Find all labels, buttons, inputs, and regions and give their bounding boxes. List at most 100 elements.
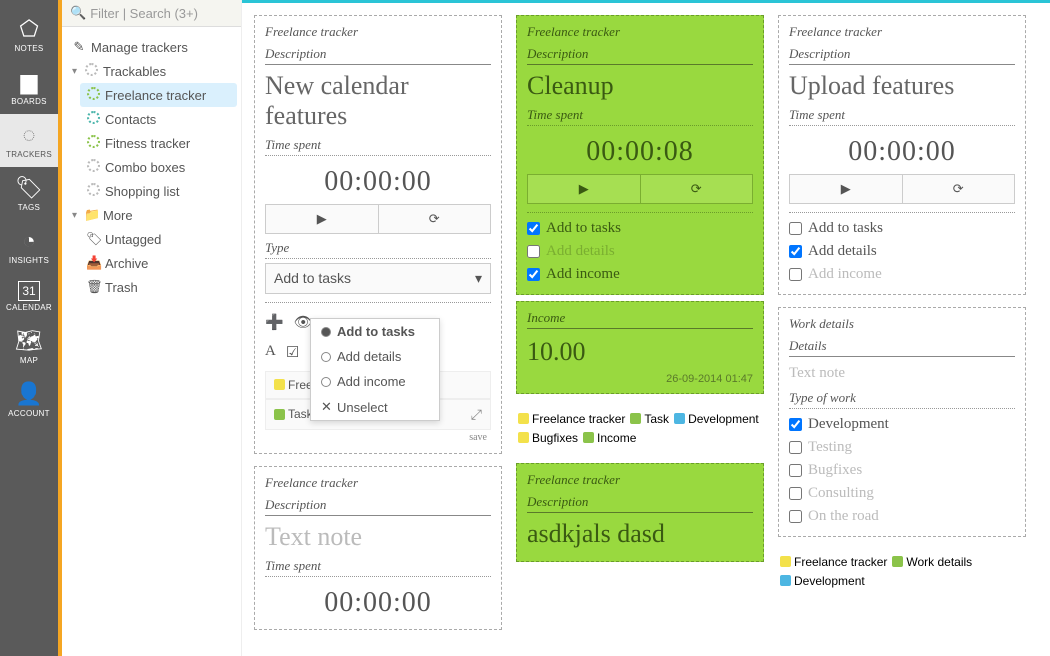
check-ontheroad[interactable]: On the road [789,505,1015,528]
tag[interactable]: Freelance tracker [518,412,625,426]
timestamp: 26-09-2014 01:47 [527,373,753,385]
check-development[interactable]: Development [789,413,1015,436]
play-button[interactable]: ▶ [266,205,379,233]
search-icon: 🔍 [70,5,86,21]
check-testing[interactable]: Testing [789,436,1015,459]
search-placeholder: Filter | Search (3+) [90,6,198,21]
search-input[interactable]: 🔍 Filter | Search (3+) [62,0,241,27]
card-new-calendar[interactable]: Freelance tracker Description New calend… [254,15,502,454]
dropdown-opt-details[interactable]: Add details [311,344,439,369]
ring-icon [87,87,100,100]
tag[interactable]: Task [630,412,669,426]
archive-icon: 📥 [86,255,100,271]
tree-panel: 🔍 Filter | Search (3+) ✎Manage trackers … [62,0,242,656]
more-group[interactable]: ▾📁More [66,203,237,227]
card-work-details[interactable]: Work details Details Text note Type of w… [778,307,1026,537]
desc-text[interactable]: asdkjals dasd [527,519,753,549]
tag-row-cleanup: Freelance tracker Task Development Bugfi… [516,406,764,451]
tag[interactable]: Development [674,412,759,426]
nav-notes[interactable]: ⬠NOTES [0,8,58,61]
play-button[interactable]: ▶ [528,175,641,203]
desc-text[interactable]: Cleanup [527,71,753,101]
tree-item-contacts[interactable]: Contacts [80,107,237,131]
check-icon[interactable]: ☑ [286,343,299,361]
card-cleanup[interactable]: Freelance tracker Description Cleanup Ti… [516,15,764,295]
tree-item-untagged[interactable]: 🏷Untagged [80,227,237,251]
save-button[interactable]: save [265,430,491,445]
dropdown-opt-tasks[interactable]: Add to tasks [311,319,439,344]
column-1: Freelance tracker Description New calend… [254,15,502,656]
check-add-tasks[interactable]: Add to tasks [527,217,753,240]
card-income[interactable]: Income 10.00 26-09-2014 01:47 [516,301,764,394]
font-icon[interactable]: A [265,343,276,361]
nav-calendar[interactable]: 31CALENDAR [0,273,58,320]
check-add-details[interactable]: Add details [789,240,1015,263]
folder-icon: 📁 [84,207,98,223]
card-text-note[interactable]: Freelance tracker Description Text note … [254,466,502,630]
trackers-icon: ◌ [0,122,58,148]
reset-button[interactable]: ⟳ [641,175,753,203]
ring-icon [87,183,100,196]
time-label: Time spent [527,107,753,123]
check-add-tasks[interactable]: Add to tasks [789,217,1015,240]
nav-map[interactable]: 🗺MAP [0,320,58,373]
trackables-group[interactable]: ▾Trackables [66,59,237,83]
desc-text[interactable]: New calendar features [265,71,491,131]
nav-boards[interactable]: ▆BOARDS [0,61,58,114]
type-label: Type of work [789,390,1015,406]
tag[interactable]: Development [780,574,865,588]
income-value[interactable]: 10.00 [527,335,753,369]
card-asdkjals[interactable]: Freelance tracker Description asdkjals d… [516,463,764,562]
edit-icon: ✎ [72,39,86,55]
check-bugfixes[interactable]: Bugfixes [789,459,1015,482]
card-upload[interactable]: Freelance tracker Description Upload fea… [778,15,1026,295]
check-add-income[interactable]: Add income [789,263,1015,286]
tags-icon: 🏷 [0,175,58,201]
trash-icon: 🗑 [86,279,100,295]
nav-insights[interactable]: ◔INSIGHTS [0,220,58,273]
nav-trackers[interactable]: ◌TRACKERS [0,114,58,167]
tree-item-freelance[interactable]: Freelance tracker [80,83,237,107]
tree-item-fitness[interactable]: Fitness tracker [80,131,237,155]
tree-item-archive[interactable]: 📥Archive [80,251,237,275]
tag[interactable]: Work details [892,555,972,569]
card-header: Work details [789,316,1015,332]
pentagon-icon: ⬠ [0,16,58,42]
boards-icon: ▆ [0,69,58,95]
nav-account[interactable]: 👤ACCOUNT [0,373,58,426]
tag[interactable]: Income [583,431,636,445]
desc-label: Description [527,46,753,62]
expand-icon[interactable]: ⤢ [471,406,482,423]
timer-value: 00:00:00 [265,581,491,621]
check-consulting[interactable]: Consulting [789,482,1015,505]
check-add-income[interactable]: Add income [527,263,753,286]
desc-label: Description [789,46,1015,62]
tree-item-combo[interactable]: Combo boxes [80,155,237,179]
details-placeholder[interactable]: Text note [789,363,1015,384]
desc-text[interactable]: Upload features [789,71,1015,101]
timer-controls: ▶ ⟳ [265,204,491,234]
desc-placeholder[interactable]: Text note [265,522,491,552]
tree-item-trash[interactable]: 🗑Trash [80,275,237,299]
timer-value: 00:00:08 [527,130,753,170]
reset-button[interactable]: ⟳ [379,205,491,233]
tag[interactable]: Bugfixes [518,431,578,445]
column-2: Freelance tracker Description Cleanup Ti… [516,15,764,656]
tag[interactable]: Freelance tracker [780,555,887,569]
manage-trackers[interactable]: ✎Manage trackers [66,35,237,59]
plus-icon[interactable]: ➕ [265,313,284,331]
ring-icon [87,111,100,124]
tag-icon: 🏷 [86,231,100,247]
tag-row-work: Freelance tracker Work details Developme… [778,549,1026,594]
dropdown-opt-unselect[interactable]: ✕Unselect [311,394,439,420]
play-button[interactable]: ▶ [790,175,903,203]
card-header: Freelance tracker [527,24,753,40]
tree-item-shopping[interactable]: Shopping list [80,179,237,203]
ring-icon [85,63,98,76]
nav-tags[interactable]: 🏷TAGS [0,167,58,220]
dropdown-opt-income[interactable]: Add income [311,369,439,394]
type-dropdown[interactable]: Add to tasks ▾ [265,263,491,294]
check-add-details[interactable]: Add details [527,240,753,263]
income-label: Income [527,310,753,326]
reset-button[interactable]: ⟳ [903,175,1015,203]
